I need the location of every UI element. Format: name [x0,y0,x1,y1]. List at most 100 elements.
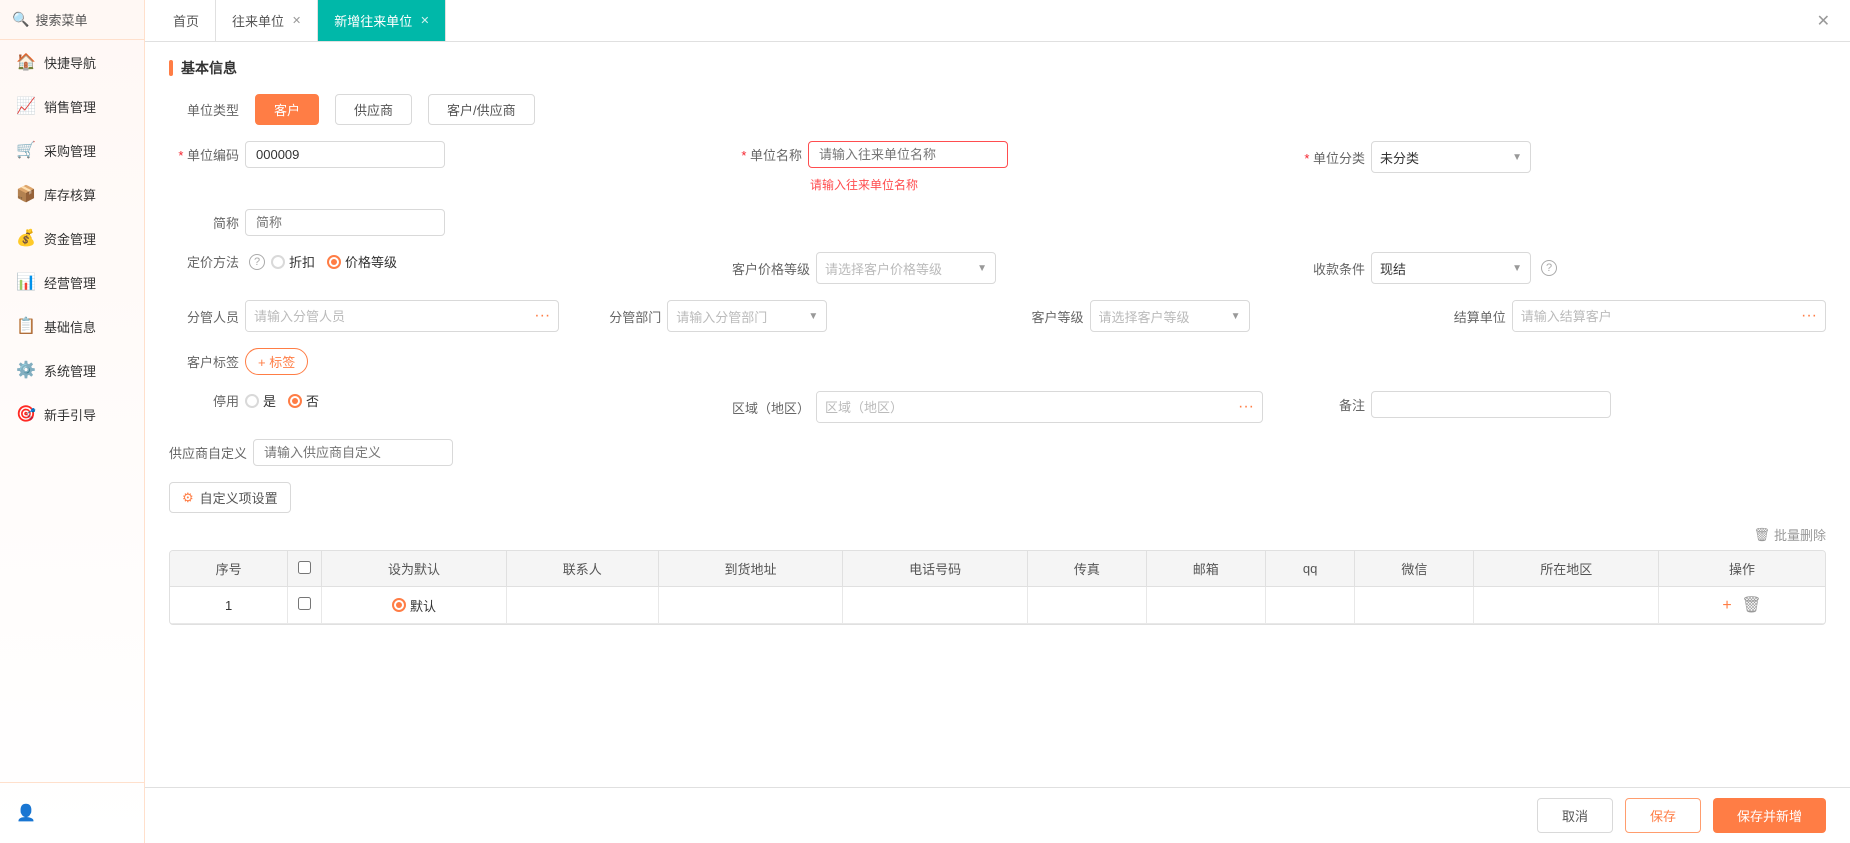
region-input-wrap: ··· [816,391,1263,423]
finance-icon: 💰 [16,228,36,248]
tab-new-partner-label: 新增往来单位 [334,11,412,30]
settlement-input[interactable] [1513,301,1793,331]
batch-delete-label[interactable]: 批量删除 [1774,525,1826,544]
row-supplier-custom: 供应商自定义 [169,439,1826,466]
customer-level-placeholder: 请选择客户等级 [1099,307,1190,326]
customer-price-select[interactable]: 请选择客户价格等级 ▼ [816,252,996,284]
btn-both[interactable]: 客户/供应商 [428,94,535,125]
payment-terms-label: 收款条件 [1295,259,1365,278]
tab-new-partner-close[interactable]: ✕ [420,14,429,27]
guide-icon: 🎯 [16,404,36,424]
settlement-dots[interactable]: ··· [1793,307,1825,325]
region-input[interactable] [817,392,1230,422]
tab-partners-close[interactable]: ✕ [292,14,301,27]
department-select[interactable]: 请输入分管部门 ▼ [667,300,827,332]
table-header-row: 序号 设为默认 联系人 到货地址 电话号码 传真 邮箱 qq 微信 所在地区 操… [170,551,1825,587]
sidebar-item-system[interactable]: ⚙️ 系统管理 [0,348,144,392]
sidebar-item-quick-nav[interactable]: 🏠 快捷导航 [0,40,144,84]
unit-name-error: 请输入往来单位名称 [810,176,918,193]
inventory-icon: 📦 [16,184,36,204]
unit-name-input[interactable] [808,141,1008,168]
save-new-button[interactable]: 保存并新增 [1713,798,1826,833]
btn-customer[interactable]: 客户 [255,94,319,125]
col-payment-terms: 收款条件 现结 ▼ ? [1295,252,1826,284]
search-menu[interactable]: 🔍 搜索菜单 [0,0,144,40]
row-default-radio[interactable]: 默认 [332,596,496,615]
pricing-info-icon[interactable]: ? [249,254,265,270]
disabled-radio-group: 是 否 [245,391,319,410]
short-name-label: 简称 [169,213,239,232]
tab-partners[interactable]: 往来单位 ✕ [216,0,318,41]
disabled-label: 停用 [169,391,239,410]
supplier-custom-input[interactable] [253,439,453,466]
sidebar-item-purchase[interactable]: 🛒 采购管理 [0,128,144,172]
sidebar-item-inventory[interactable]: 📦 库存核算 [0,172,144,216]
contact-table: 序号 设为默认 联系人 到货地址 电话号码 传真 邮箱 qq 微信 所在地区 操… [169,550,1826,625]
row-action: + 🗑 [1659,587,1825,624]
btn-supplier[interactable]: 供应商 [335,94,412,125]
sidebar-item-finance[interactable]: 💰 资金管理 [0,216,144,260]
payment-terms-select[interactable]: 现结 ▼ [1371,252,1531,284]
short-name-input[interactable] [245,209,445,236]
unit-code-input[interactable] [245,141,445,168]
gear-icon: ⚙ [182,490,194,506]
cancel-button[interactable]: 取消 [1537,798,1613,833]
row-manager: 分管人员 ··· 分管部门 请输入分管部门 ▼ 客户等级 请选择客户等级 ▼ [169,300,1826,332]
col-header-email: 邮箱 [1146,551,1265,587]
col-settlement-unit: 结算单位 ··· [1436,300,1826,332]
customer-level-select[interactable]: 请选择客户等级 ▼ [1090,300,1250,332]
radio-no-label: 否 [306,391,319,410]
home-icon: 🏠 [16,52,36,72]
footer: 取消 保存 保存并新增 [145,787,1850,843]
radio-yes[interactable]: 是 [245,391,276,410]
radio-yes-circle [245,394,259,408]
col-supplier-custom: 供应商自定义 [169,439,1826,466]
col-manager: 分管人员 ··· [169,300,559,332]
row-default: 默认 [322,587,507,624]
row-contact [506,587,658,624]
col-customer-tag: 客户标签 + 标签 [169,348,1826,375]
sidebar-item-label: 销售管理 [44,97,96,116]
settlement-unit-label: 结算单位 [1436,307,1506,326]
department-label: 分管部门 [591,307,661,326]
col-header-no: 序号 [170,551,288,587]
sidebar-item-label: 快捷导航 [44,53,96,72]
sidebar-item-guide[interactable]: 🎯 新手引导 [0,392,144,436]
add-row-button[interactable]: + [1719,597,1734,615]
sidebar-user[interactable]: 👤 [0,791,144,835]
unit-category-select[interactable]: 未分类 ▼ [1371,141,1531,173]
tab-home[interactable]: 首页 [157,0,216,41]
radio-price-level[interactable]: 价格等级 [327,252,397,271]
delete-row-button[interactable]: 🗑 [1738,595,1764,615]
add-tag-button[interactable]: + 标签 [245,348,308,375]
row-address [658,587,843,624]
remarks-input[interactable] [1371,391,1611,418]
tabbar-close-button[interactable]: ✕ [1809,7,1838,35]
section-title: 基本信息 [169,58,1826,78]
settlement-input-wrap: ··· [1512,300,1826,332]
sidebar-item-sales[interactable]: 📈 销售管理 [0,84,144,128]
row-checkbox[interactable] [298,597,311,610]
unit-category-label: 单位分类 [1295,148,1365,167]
col-header-phone: 电话号码 [843,551,1028,587]
col-header-wechat: 微信 [1355,551,1474,587]
sidebar-item-operations[interactable]: 📊 经营管理 [0,260,144,304]
select-all-checkbox[interactable] [298,561,311,574]
col-unit-code: 单位编码 [169,141,700,168]
sidebar-item-basic-info[interactable]: 📋 基础信息 [0,304,144,348]
radio-yes-label: 是 [263,391,276,410]
tab-new-partner[interactable]: 新增往来单位 ✕ [318,0,446,41]
sidebar-bottom: 👤 [0,782,144,843]
radio-discount[interactable]: 折扣 [271,252,315,271]
main-content: 首页 往来单位 ✕ 新增往来单位 ✕ ✕ 基本信息 单位类型 客户 供应商 客户… [145,0,1850,843]
payment-terms-info-icon[interactable]: ? [1541,260,1557,276]
save-button[interactable]: 保存 [1625,798,1701,833]
custom-settings-button[interactable]: ⚙ 自定义项设置 [169,482,291,513]
region-dots[interactable]: ··· [1230,398,1262,416]
department-placeholder: 请输入分管部门 [676,307,767,326]
col-header-check [288,551,322,587]
radio-no[interactable]: 否 [288,391,319,410]
manager-dots[interactable]: ··· [526,307,558,325]
contact-table-element: 序号 设为默认 联系人 到货地址 电话号码 传真 邮箱 qq 微信 所在地区 操… [170,551,1825,624]
manager-input[interactable] [246,301,526,331]
